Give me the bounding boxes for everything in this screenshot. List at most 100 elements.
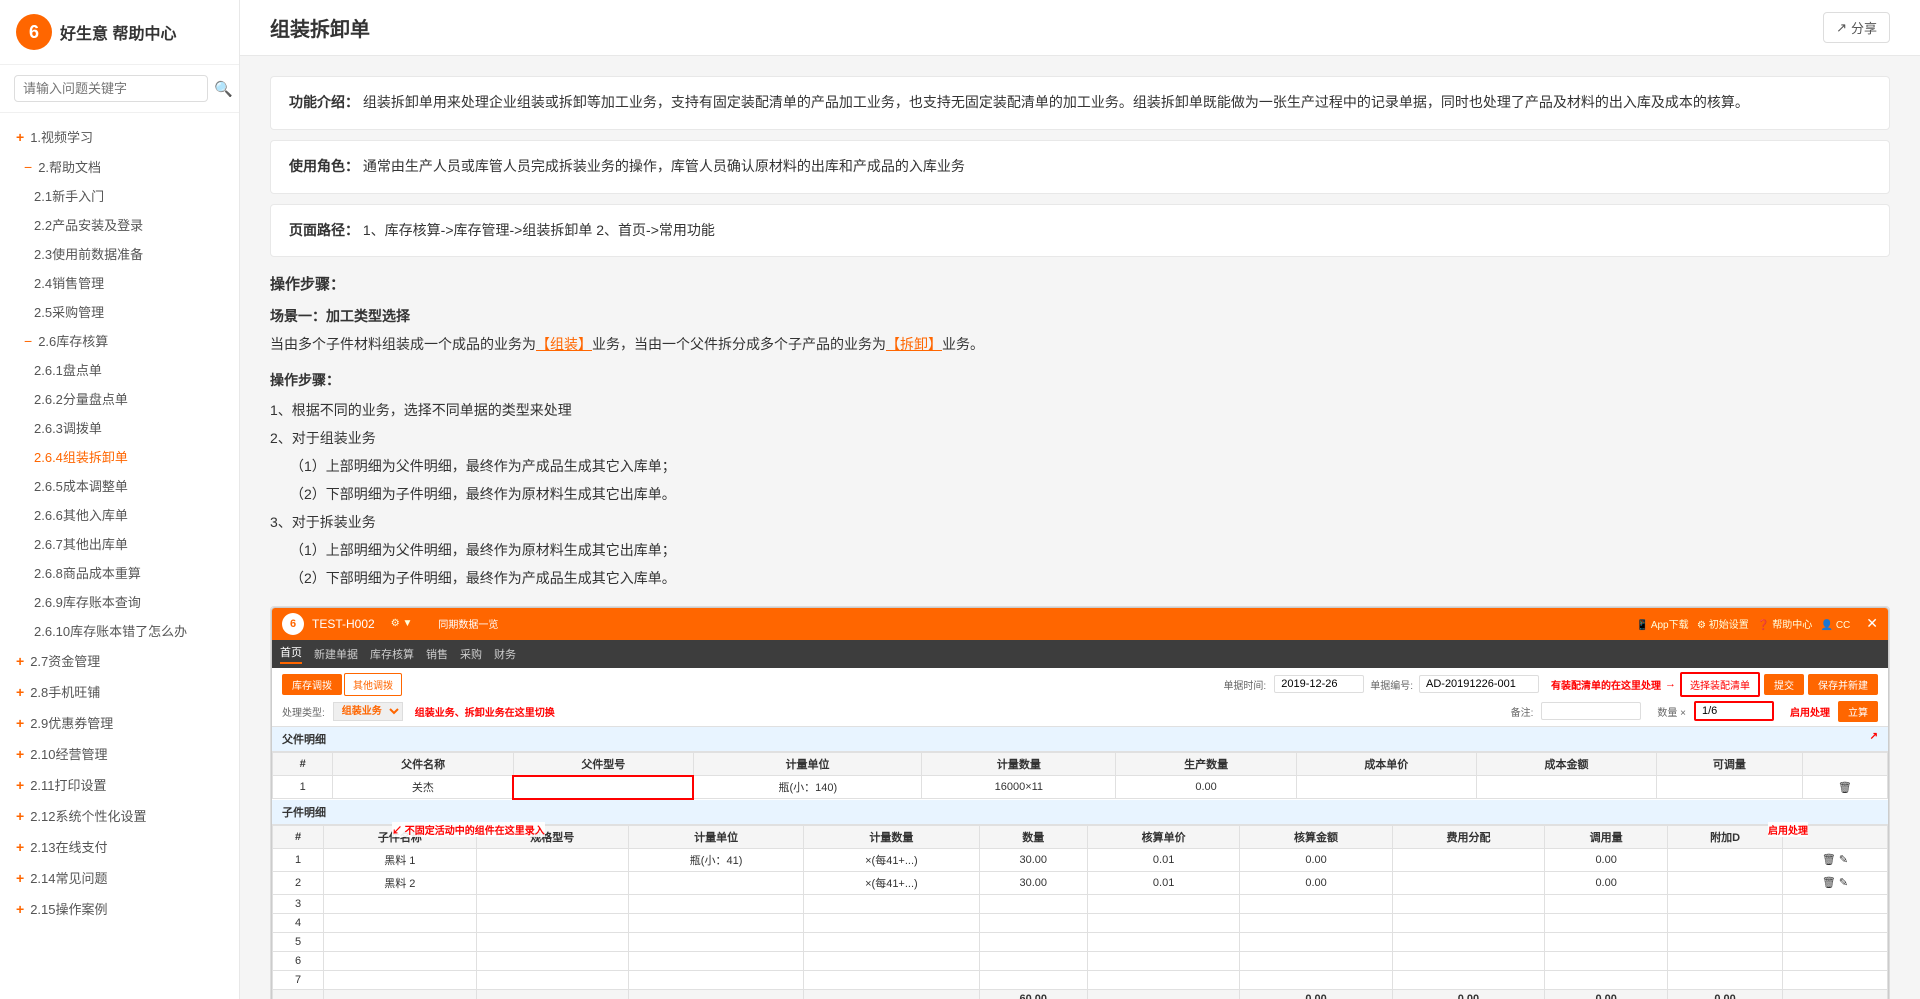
sidebar-item-2-6-2[interactable]: 2.6.2分量盘点单: [0, 384, 239, 413]
select-bom-btn[interactable]: 选择装配清单: [1680, 672, 1760, 697]
screenshot-container: 6 TEST-H002 ⚙ ▼ 同期数据一览 📱 App下载 ⚙ 初始设置 ❓ …: [270, 606, 1890, 999]
app-topbar: 6 TEST-H002 ⚙ ▼ 同期数据一览 📱 App下载 ⚙ 初始设置 ❓ …: [272, 608, 1888, 640]
topbar-overview-btn[interactable]: 同期数据一览: [428, 613, 508, 634]
remark-input[interactable]: [1541, 702, 1641, 720]
sidebar-item-2-6-5[interactable]: 2.6.5成本调整单: [0, 471, 239, 500]
qty-input[interactable]: [1694, 701, 1774, 721]
sidebar-item-2-6-4[interactable]: 2.6.4组装拆卸单: [0, 442, 239, 471]
upper-table: # 父件名称 父件型号 计量单位 计量数量 生产数量 成本单价 成本金额 可调量: [272, 752, 1888, 800]
plus-icon-2-14: +: [16, 870, 24, 886]
sidebar-item-2-4[interactable]: 2.4销售管理: [0, 268, 239, 297]
share-icon: ↗: [1836, 20, 1847, 36]
plus-icon-2-10: +: [16, 746, 24, 762]
steps-text: 1、根据不同的业务，选择不同单据的类型来处理 2、对于组装业务 （1）上部明细为…: [270, 396, 1890, 592]
search-input[interactable]: [14, 75, 208, 102]
topbar-logo-text: 6: [290, 618, 296, 630]
annotation-type-switch: 组装业务、拆卸业务在这里切换: [415, 704, 555, 719]
annotation-enable-process: 启用处理: [1790, 704, 1830, 719]
app-topbar-logo: 6: [282, 613, 304, 635]
sidebar-item-2-6-9[interactable]: 2.6.9库存账本查询: [0, 587, 239, 616]
upper-th-7: 成本金额: [1476, 752, 1656, 776]
sidebar-item-2-3[interactable]: 2.3使用前数据准备: [0, 239, 239, 268]
step-2: 2、对于组装业务: [270, 424, 1890, 452]
upper-th-3: 计量单位: [693, 752, 921, 776]
path-intro-label: 页面路径：: [289, 222, 359, 238]
scene1-steps-label: 操作步骤：: [270, 370, 1890, 390]
upper-th-2: 父件型号: [513, 752, 693, 776]
sidebar-item-docs[interactable]: − 2.帮助文档: [0, 152, 239, 181]
confirm-btn[interactable]: 立算: [1838, 701, 1878, 722]
sidebar-item-2-7[interactable]: + 2.7资金管理: [0, 645, 239, 676]
close-icon[interactable]: ✕: [1866, 615, 1878, 632]
step-3-2: （2）下部明细为子件明细，最终作为产成品生成其它入库单。: [290, 564, 1890, 592]
sidebar-item-2-6-1[interactable]: 2.6.1盘点单: [0, 355, 239, 384]
feature-intro-label: 功能介绍：: [289, 94, 359, 110]
nav-list: + 1.视频学习 − 2.帮助文档 2.1新手入门 2.2产品安装及登录 2.3…: [0, 113, 239, 999]
sidebar-item-2-10[interactable]: + 2.10经营管理: [0, 738, 239, 769]
upper-th-5: 生产数量: [1116, 752, 1296, 776]
plus-icon-2-9: +: [16, 715, 24, 731]
sidebar-item-2-15[interactable]: + 2.15操作案例: [0, 893, 239, 924]
lower-table-footer: 60.00 0.00 0.00 0.00 0.00: [273, 989, 1888, 999]
save-new-btn[interactable]: 保存并新建: [1808, 674, 1878, 695]
nav-item-inventory[interactable]: 库存核算: [370, 646, 414, 662]
sidebar-item-2-9[interactable]: + 2.9优惠券管理: [0, 707, 239, 738]
minus-icon-2: −: [24, 333, 32, 349]
minus-icon: −: [24, 159, 32, 175]
search-box: 🔍: [0, 65, 239, 113]
sidebar-item-2-6[interactable]: − 2.6库存核算: [0, 326, 239, 355]
sidebar-item-2-6-7[interactable]: 2.6.7其他出库单: [0, 529, 239, 558]
lower-row-2: 2 黑料 2 ×(每41+...) 30.00 0.01 0.00 0.00: [273, 871, 1888, 894]
app-nav: 首页 新建单据 库存核算 销售 采购 财务: [272, 640, 1888, 668]
sidebar-item-2-6-6[interactable]: 2.6.6其他入库单: [0, 500, 239, 529]
date-label: 单据时间:: [1223, 677, 1266, 692]
sidebar-item-2-2[interactable]: 2.2产品安装及登录: [0, 210, 239, 239]
toolbar-tab-1[interactable]: 库存调拨: [282, 674, 342, 695]
scene1-desc: 当由多个子件材料组装成一个成品的业务为【组装】业务，当由一个父件拆分成多个子产品…: [270, 332, 1890, 357]
app-logo-icon: 6: [16, 14, 52, 50]
annotation-sub-entry: ↙ 不固定活动中的组件在这里录入: [392, 822, 545, 837]
role-intro-label: 使用角色：: [289, 158, 359, 174]
remark-label: 备注:: [1511, 704, 1534, 719]
sidebar-item-2-6-3[interactable]: 2.6.3调拨单: [0, 413, 239, 442]
sidebar-item-2-8[interactable]: + 2.8手机旺铺: [0, 676, 239, 707]
lower-row-5: 5: [273, 932, 1888, 951]
share-button[interactable]: ↗ 分享: [1823, 12, 1890, 43]
lower-row-7: 7: [273, 970, 1888, 989]
operations-label: 操作步骤：: [270, 273, 1890, 294]
plus-icon: +: [16, 129, 24, 145]
sidebar-item-2-6-10[interactable]: 2.6.10库存账本错了怎么办: [0, 616, 239, 645]
date-input[interactable]: [1274, 675, 1364, 693]
feature-intro-text: 组装拆卸单用来处理企业组装或拆卸等加工业务，支持有固定装配清单的产品加工业务，也…: [363, 94, 1749, 110]
sidebar-item-2-14[interactable]: + 2.14常见问题: [0, 862, 239, 893]
nav-item-finance[interactable]: 财务: [494, 646, 516, 662]
nav-item-new[interactable]: 新建单据: [314, 646, 358, 662]
path-intro-text: 1、库存核算->库存管理->组装拆卸单 2、首页->常用功能: [363, 222, 715, 238]
plus-icon-2-15: +: [16, 901, 24, 917]
sidebar-item-video[interactable]: + 1.视频学习: [0, 121, 239, 152]
type-label: 处理类型:: [282, 704, 325, 719]
main-header: 组装拆卸单 ↗ 分享: [240, 0, 1920, 56]
nav-item-sales[interactable]: 销售: [426, 646, 448, 662]
plus-icon-2-7: +: [16, 653, 24, 669]
nav-item-purchase[interactable]: 采购: [460, 646, 482, 662]
search-button[interactable]: 🔍: [214, 80, 233, 98]
nav-item-home[interactable]: 首页: [280, 644, 302, 664]
upper-table-row: 1 关杰 瓶(小：140) 16000×11 0.00 🗑: [273, 776, 1888, 799]
sidebar-item-docs-label: 2.帮助文档: [38, 157, 101, 176]
code-input[interactable]: [1419, 675, 1539, 693]
sidebar-item-2-12[interactable]: + 2.12系统个性化设置: [0, 800, 239, 831]
upper-th-8: 可调量: [1657, 752, 1802, 776]
sidebar-item-2-13[interactable]: + 2.13在线支付: [0, 831, 239, 862]
toolbar-tab-2[interactable]: 其他调拨: [344, 673, 402, 696]
type-select[interactable]: 组装业务 拆卸业务: [333, 702, 403, 721]
sidebar-item-2-6-8[interactable]: 2.6.8商品成本重算: [0, 558, 239, 587]
sidebar-item-2-1[interactable]: 2.1新手入门: [0, 181, 239, 210]
main-panel: 组装拆卸单 ↗ 分享 功能介绍： 组装拆卸单用来处理企业组装或拆卸等加工业务，支…: [240, 0, 1920, 999]
topbar-right-icons: 📱 App下载 ⚙ 初始设置 ❓ 帮助中心 👤 CC: [1636, 616, 1850, 631]
sidebar-item-2-5[interactable]: 2.5采购管理: [0, 297, 239, 326]
upper-section-header: 父件明细 ↗: [272, 727, 1888, 752]
sidebar-item-2-11[interactable]: + 2.11打印设置: [0, 769, 239, 800]
role-intro-section: 使用角色： 通常由生产人员或库管人员完成拆装业务的操作，库管人员确认原材料的出库…: [270, 140, 1890, 194]
submit-btn[interactable]: 提交: [1764, 674, 1804, 695]
